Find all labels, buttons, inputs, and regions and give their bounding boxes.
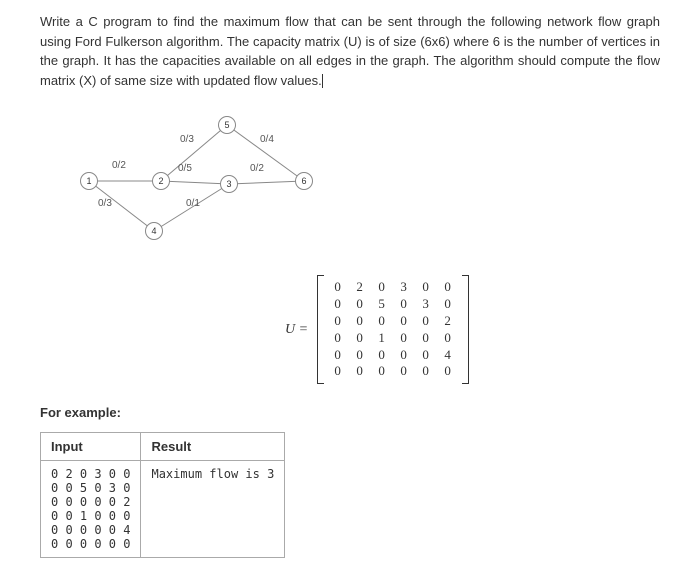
matrix-cell: 2 [437,313,459,330]
matrix-cell: 3 [393,279,415,296]
problem-text-content: Write a C program to find the maximum fl… [40,14,660,88]
matrix-label: U = [285,322,308,338]
edge-label: 0/1 [186,198,200,209]
matrix-cell: 0 [327,330,349,347]
matrix-cell: 0 [393,330,415,347]
matrix-cell: 0 [415,330,437,347]
matrix-cell: 0 [349,363,371,380]
matrix-cell: 0 [349,313,371,330]
graph-node-5: 5 [218,116,236,134]
matrix-cell: 0 [327,296,349,313]
matrix-cell: 2 [349,279,371,296]
matrix-cell: 0 [437,296,459,313]
matrix-cell: 0 [371,279,393,296]
matrix-cell: 0 [415,279,437,296]
matrix-body: 020300005030000002001000000004000000 [317,275,469,384]
matrix-cell: 5 [371,296,393,313]
edge-label: 0/2 [112,160,126,171]
matrix-cell: 0 [327,279,349,296]
result-cell: Maximum flow is 3 [141,461,285,558]
matrix-cell: 0 [415,347,437,364]
edge-label: 0/2 [250,163,264,174]
matrix-cell: 0 [437,279,459,296]
matrix-cell: 0 [393,313,415,330]
matrix-cell: 0 [371,347,393,364]
result-text: Maximum flow is 3 [151,467,274,481]
result-header: Result [141,433,285,461]
graph-node-2: 2 [152,172,170,190]
matrix-cell: 0 [371,363,393,380]
matrix-table: 020300005030000002001000000004000000 [327,279,459,380]
matrix-cell: 4 [437,347,459,364]
matrix-cell: 3 [415,296,437,313]
graph-node-6: 6 [295,172,313,190]
capacity-matrix: U = 020300005030000002001000000004000000 [285,275,469,384]
edge-label: 0/4 [260,134,274,145]
problem-statement: Write a C program to find the maximum fl… [40,12,660,90]
matrix-cell: 0 [393,363,415,380]
graph-node-3: 3 [220,175,238,193]
matrix-cell: 0 [349,330,371,347]
matrix-cell: 0 [415,313,437,330]
edge-label: 0/5 [178,163,192,174]
matrix-cell: 0 [327,347,349,364]
io-table: Input Result 0 2 0 3 0 00 0 5 0 3 00 0 0… [40,432,285,558]
graph-node-1: 1 [80,172,98,190]
edge-label: 0/3 [98,198,112,209]
example-section: For example: Input Result 0 2 0 3 0 00 0… [40,405,285,558]
matrix-cell: 1 [371,330,393,347]
graph-node-4: 4 [145,222,163,240]
matrix-cell: 0 [437,363,459,380]
matrix-cell: 0 [349,296,371,313]
text-cursor [322,74,323,88]
edge-label: 0/3 [180,134,194,145]
input-cell: 0 2 0 3 0 00 0 5 0 3 00 0 0 0 0 20 0 1 0… [41,461,141,558]
input-header: Input [41,433,141,461]
matrix-cell: 0 [327,363,349,380]
example-heading: For example: [40,405,285,420]
matrix-cell: 0 [415,363,437,380]
matrix-cell: 0 [393,347,415,364]
matrix-cell: 0 [349,347,371,364]
matrix-cell: 0 [327,313,349,330]
matrix-cell: 0 [437,330,459,347]
matrix-cell: 0 [371,313,393,330]
network-flow-graph: 1 2 3 4 5 6 0/2 0/3 0/5 0/3 0/1 0/2 0/4 [60,110,340,250]
matrix-cell: 0 [393,296,415,313]
